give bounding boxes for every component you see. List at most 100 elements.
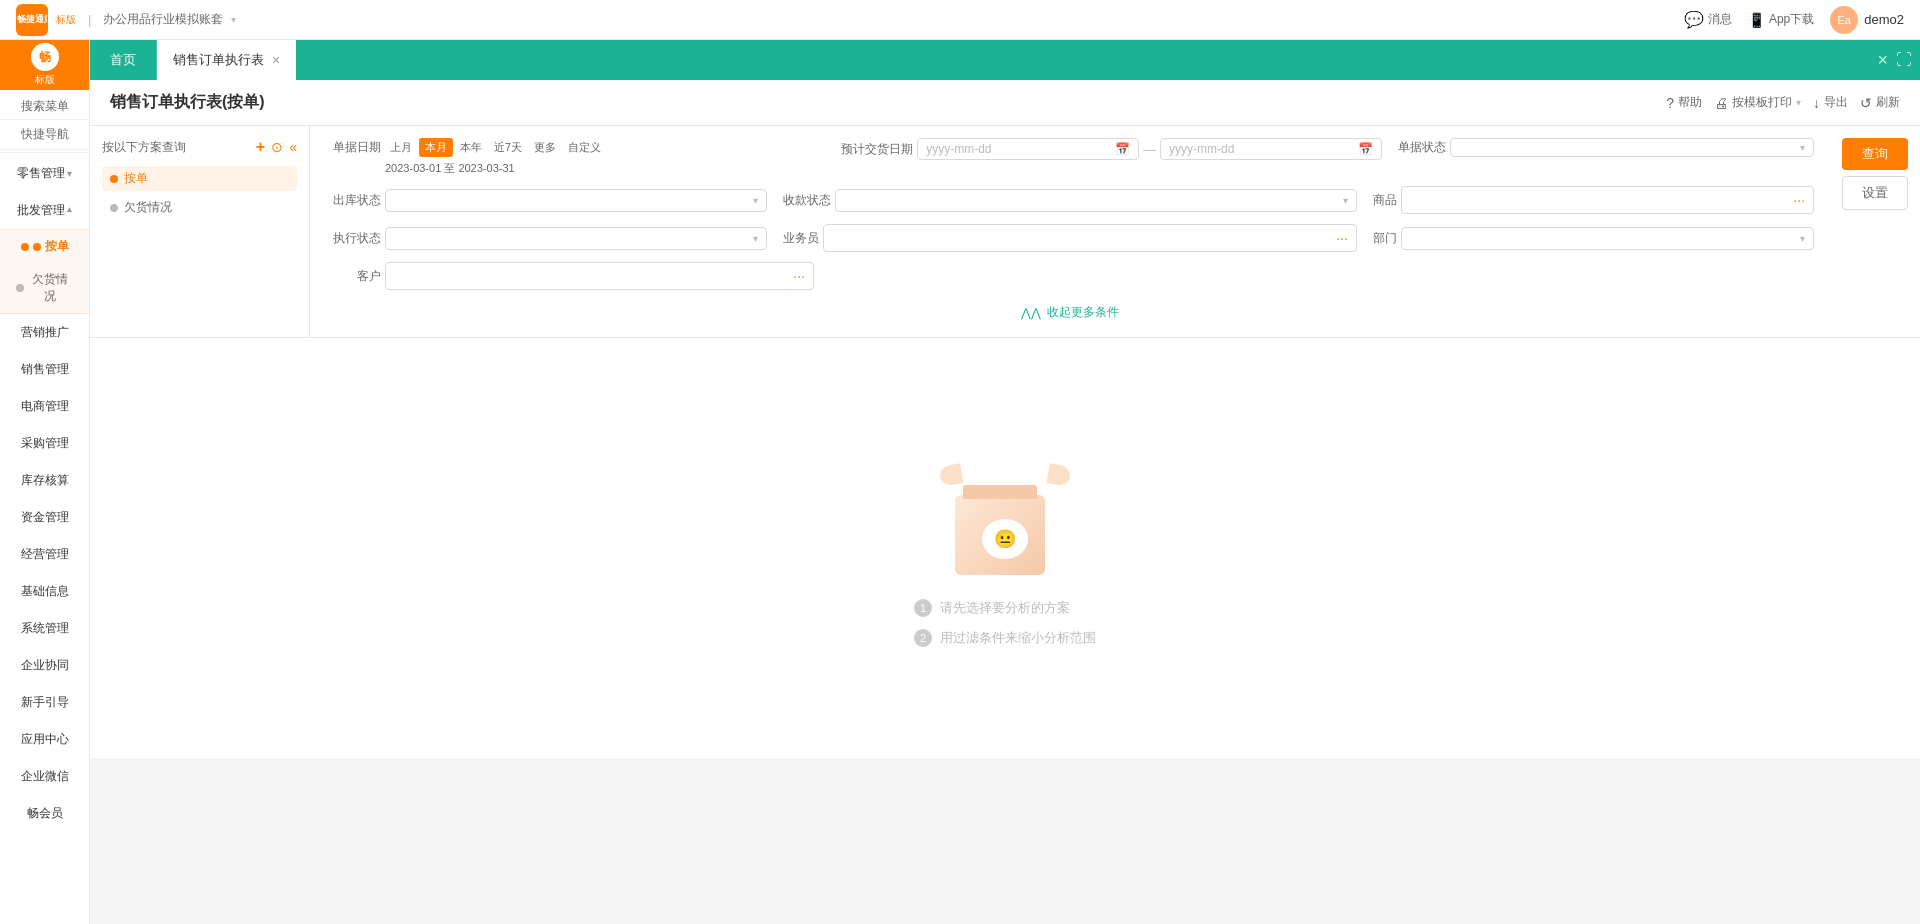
sidebar-item-label-member: 畅会员 xyxy=(27,805,63,822)
expected-date-start-placeholder: yyyy-mm-dd xyxy=(926,142,1111,156)
sidebar-logo[interactable]: 畅 标版 xyxy=(0,40,89,90)
app-download-action[interactable]: 📱 App下载 xyxy=(1748,11,1814,28)
tab-sales-order[interactable]: 销售订单执行表 × xyxy=(157,40,296,80)
setting-button[interactable]: 设置 xyxy=(1842,176,1908,210)
tab-minimize-btn[interactable]: × xyxy=(1877,50,1888,71)
sidebar-item-wholesale[interactable]: 批发管理 ▾ xyxy=(0,192,89,229)
sub-item-label-order: 按单 xyxy=(45,238,69,255)
order-status-label: 单据状态 xyxy=(1398,139,1446,156)
sidebar-item-wechat[interactable]: 企业微信 xyxy=(0,758,89,795)
mobile-icon: 📱 xyxy=(1748,12,1765,28)
sub-item-label-debt: 欠货情况 xyxy=(28,271,73,305)
payment-status-select[interactable]: ▾ xyxy=(835,189,1357,212)
calendar-icon-start: 📅 xyxy=(1115,142,1130,156)
filter-row-3: 执行状态 ▾ 业务员 ··· xyxy=(326,224,1814,252)
sidebar-sub-item-order[interactable]: 按单 xyxy=(0,230,89,263)
sidebar-item-label-appstore: 应用中心 xyxy=(21,731,69,748)
chevron-icon-retail: ▾ xyxy=(67,168,72,179)
payment-arrow-icon: ▾ xyxy=(1343,195,1348,206)
sidebar-item-label-system: 系统管理 xyxy=(21,620,69,637)
tab-home[interactable]: 首页 xyxy=(90,40,157,80)
customer-label: 客户 xyxy=(326,268,381,285)
sidebar-quicknav[interactable]: 快捷导航 xyxy=(0,120,89,150)
filter-customer-group: 客户 ··· xyxy=(326,262,814,290)
customer-input[interactable]: ··· xyxy=(385,262,814,290)
date-btn-last-month[interactable]: 上月 xyxy=(385,138,417,157)
dept-select[interactable]: ▾ xyxy=(1401,227,1814,250)
print-label: 按模板打印 xyxy=(1732,94,1792,111)
app-download-label: App下载 xyxy=(1769,11,1814,28)
sidebar-divider-1 xyxy=(0,152,89,153)
inactive-dot xyxy=(16,284,24,292)
order-status-select[interactable]: ▾ xyxy=(1450,138,1814,157)
sidebar-item-enterprise[interactable]: 企业协同 xyxy=(0,647,89,684)
edit-scheme-btn[interactable]: ⊙ xyxy=(271,139,283,155)
filter-row-2: 出库状态 ▾ 收款状态 xyxy=(326,186,1814,214)
empty-steps: 1 请先选择要分析的方案 2 用过滤条件来缩小分析范围 xyxy=(914,595,1096,651)
refresh-btn[interactable]: ↺ 刷新 xyxy=(1860,94,1900,111)
step-1-num: 1 xyxy=(914,599,932,617)
expected-date-start[interactable]: yyyy-mm-dd 📅 xyxy=(917,138,1139,160)
expected-date-end[interactable]: yyyy-mm-dd 📅 xyxy=(1160,138,1382,160)
scheme-item-order[interactable]: 按单 xyxy=(102,166,297,191)
filter-date-header: 单据日期 上月 本月 本年 近7天 更多 自定义 xyxy=(326,138,825,157)
sidebar-item-member[interactable]: 畅会员 xyxy=(0,795,89,832)
add-scheme-btn[interactable]: + xyxy=(256,138,265,156)
exec-status-label: 执行状态 xyxy=(326,230,381,247)
export-label: 导出 xyxy=(1824,94,1848,111)
sidebar-item-finance[interactable]: 资金管理 xyxy=(0,499,89,536)
tab-close-icon[interactable]: × xyxy=(272,53,280,67)
empty-state: 😐 1 请先选择要分析的方案 2 用过滤条件来缩小分析范围 xyxy=(90,338,1920,758)
sidebar-sub-item-debt[interactable]: 欠货情况 xyxy=(0,263,89,313)
collapse-scheme-btn[interactable]: « xyxy=(289,139,297,155)
date-btn-this-year[interactable]: 本年 xyxy=(455,138,487,157)
breadcrumb-arrow[interactable]: ▾ xyxy=(231,14,236,25)
collapse-conditions-btn[interactable]: ⋀⋀ 收起更多条件 xyxy=(326,300,1814,325)
expected-date-end-placeholder: yyyy-mm-dd xyxy=(1169,142,1354,156)
export-btn[interactable]: ↓ 导出 xyxy=(1813,94,1848,111)
empty-illustration: 😐 xyxy=(935,445,1075,575)
date-btn-more[interactable]: 更多 xyxy=(529,138,561,157)
export-icon: ↓ xyxy=(1813,95,1820,111)
date-btn-this-month[interactable]: 本月 xyxy=(419,138,453,157)
filter-exec-status-group: 执行状态 ▾ xyxy=(326,227,767,250)
app-logo[interactable]: 畅捷通好生意 xyxy=(16,4,48,36)
sidebar-item-basic[interactable]: 基础信息 xyxy=(0,573,89,610)
expected-date-label: 预计交货日期 xyxy=(841,141,913,158)
sidebar-item-label-marketing: 营销推广 xyxy=(21,324,69,341)
exec-status-select[interactable]: ▾ xyxy=(385,227,767,250)
sidebar-item-system[interactable]: 系统管理 xyxy=(0,610,89,647)
payment-status-label: 收款状态 xyxy=(783,192,831,209)
product-input[interactable]: ··· xyxy=(1401,186,1814,214)
print-arrow-icon: ▾ xyxy=(1796,97,1801,108)
logo-text: 畅捷通好生意 xyxy=(17,14,47,25)
tab-maximize-btn[interactable]: ⛶ xyxy=(1896,51,1912,69)
sidebar-search[interactable]: 搜索菜单 xyxy=(0,90,89,120)
help-btn[interactable]: ? 帮助 xyxy=(1666,94,1702,111)
user-profile[interactable]: Ea demo2 xyxy=(1830,6,1904,34)
step-1-text: 请先选择要分析的方案 xyxy=(940,595,1070,621)
sidebar-item-ecommerce[interactable]: 电商管理 xyxy=(0,388,89,425)
sidebar-item-marketing[interactable]: 营销推广 xyxy=(0,314,89,351)
date-btn-last7[interactable]: 近7天 xyxy=(489,138,527,157)
sidebar-item-sales[interactable]: 销售管理 xyxy=(0,351,89,388)
delivery-status-select[interactable]: ▾ xyxy=(385,189,767,212)
sidebar-item-retail[interactable]: 零售管理 ▾ xyxy=(0,155,89,192)
page-content: 销售订单执行表(按单) ? 帮助 🖨 按模板打印 ▾ xyxy=(90,80,1920,924)
sidebar-item-inventory[interactable]: 库存核算 xyxy=(0,462,89,499)
query-button[interactable]: 查询 xyxy=(1842,138,1908,170)
filter-delivery-status-group: 出库状态 ▾ xyxy=(326,189,767,212)
username-label: demo2 xyxy=(1864,12,1904,27)
sidebar-item-operation[interactable]: 经营管理 xyxy=(0,536,89,573)
scheme-item-debt[interactable]: 欠货情况 xyxy=(102,195,297,220)
avatar-initials: Ea xyxy=(1838,14,1851,26)
print-btn[interactable]: 🖨 按模板打印 ▾ xyxy=(1714,94,1801,111)
sidebar-item-newbie[interactable]: 新手引导 xyxy=(0,684,89,721)
message-action[interactable]: 💬 消息 xyxy=(1684,10,1732,29)
date-btn-custom[interactable]: 自定义 xyxy=(563,138,606,157)
sidebar-item-appstore[interactable]: 应用中心 xyxy=(0,721,89,758)
salesperson-input[interactable]: ··· xyxy=(823,224,1357,252)
sidebar-item-purchase[interactable]: 采购管理 xyxy=(0,425,89,462)
dept-arrow-icon: ▾ xyxy=(1800,233,1805,244)
sidebar-item-label-ecommerce: 电商管理 xyxy=(21,398,69,415)
